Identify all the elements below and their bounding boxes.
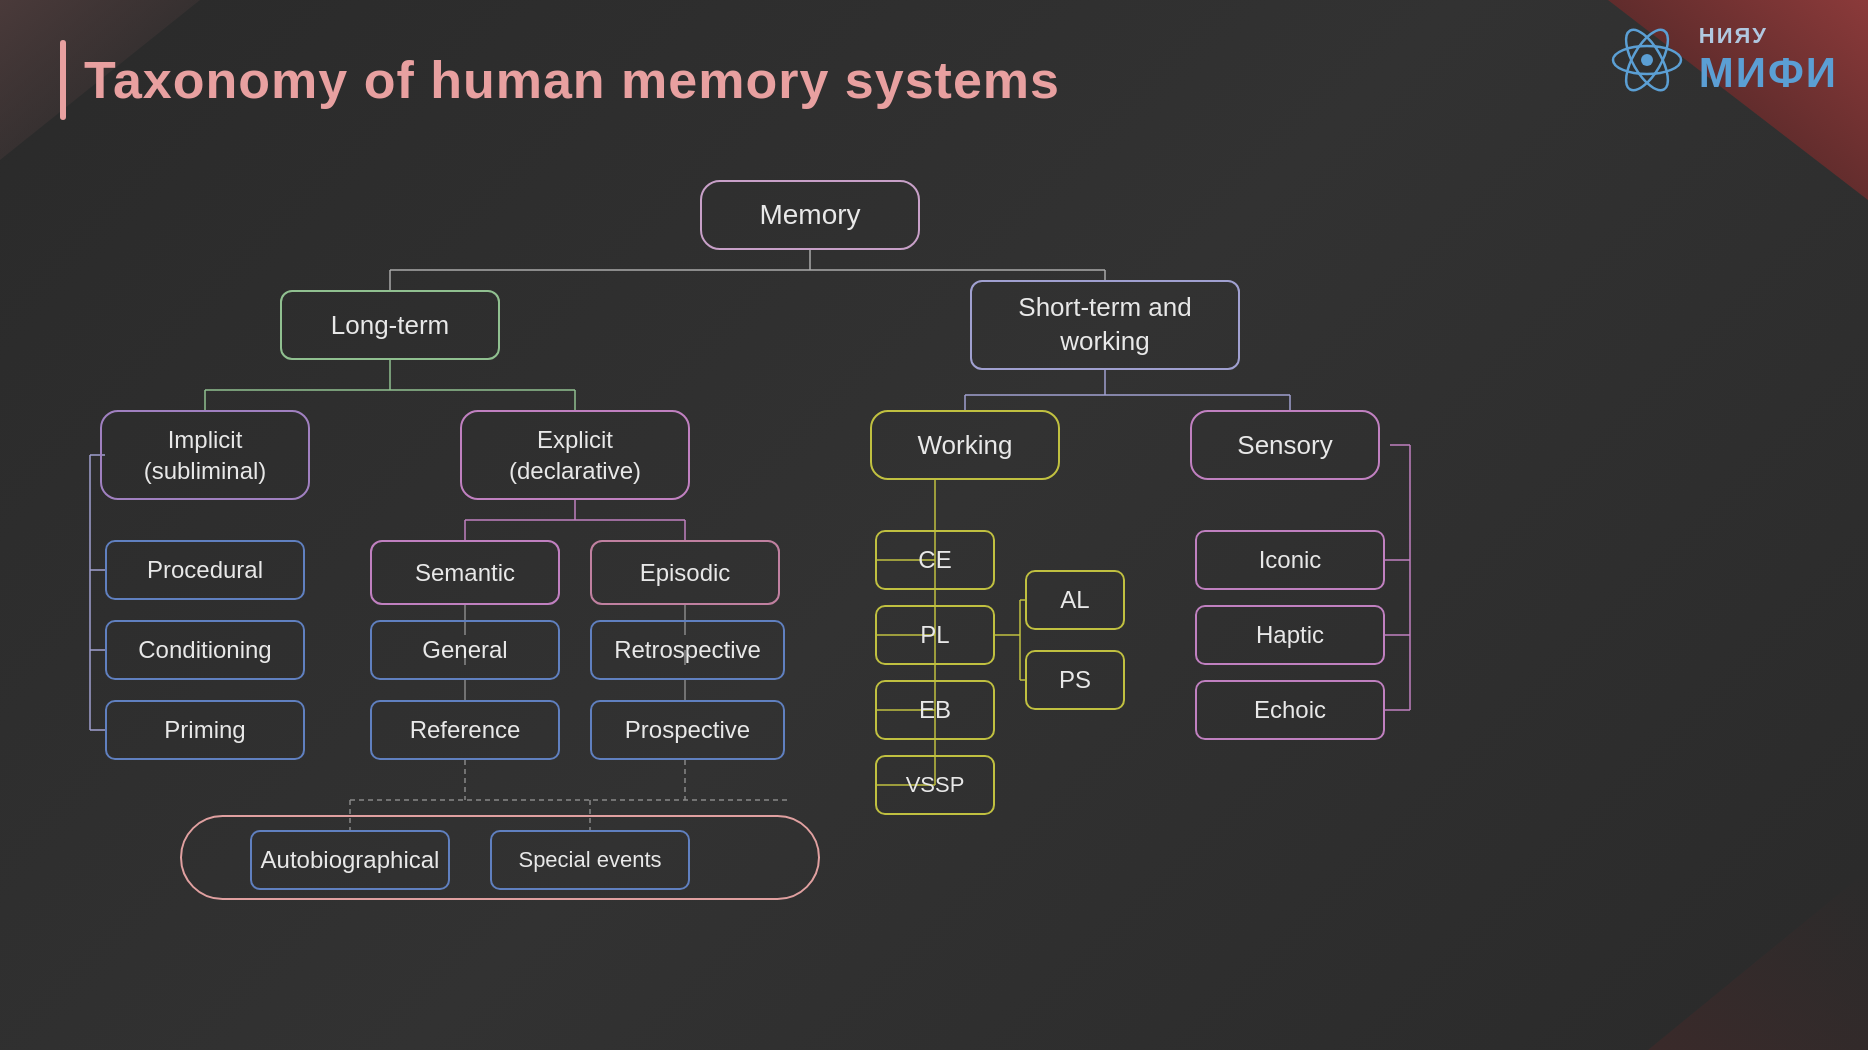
node-working: Working	[870, 410, 1060, 480]
node-priming: Priming	[105, 700, 305, 760]
node-ps: PS	[1025, 650, 1125, 710]
svg-point-0	[1641, 54, 1653, 66]
diagram: Memory Long-term Short-term and working …	[0, 150, 1868, 1020]
logo-niyau: НИЯУ	[1699, 23, 1768, 49]
node-pl: PL	[875, 605, 995, 665]
node-reference: Reference	[370, 700, 560, 760]
node-retrospective: Retrospective	[590, 620, 785, 680]
node-explicit: Explicit (declarative)	[460, 410, 690, 500]
node-shortterm: Short-term and working	[970, 280, 1240, 370]
node-conditioning: Conditioning	[105, 620, 305, 680]
node-implicit: Implicit (subliminal)	[100, 410, 310, 500]
node-prospective: Prospective	[590, 700, 785, 760]
title-bar: Taxonomy of human memory systems	[60, 40, 1060, 120]
node-eb: EB	[875, 680, 995, 740]
node-memory: Memory	[700, 180, 920, 250]
node-longterm: Long-term	[280, 290, 500, 360]
logo: НИЯУ МИФИ	[1607, 20, 1838, 100]
node-semantic: Semantic	[370, 540, 560, 605]
node-special: Special events	[490, 830, 690, 890]
node-procedural: Procedural	[105, 540, 305, 600]
logo-text: НИЯУ МИФИ	[1699, 23, 1838, 97]
node-haptic: Haptic	[1195, 605, 1385, 665]
node-sensory: Sensory	[1190, 410, 1380, 480]
title-accent	[60, 40, 66, 120]
node-al: AL	[1025, 570, 1125, 630]
page-title: Taxonomy of human memory systems	[84, 50, 1060, 110]
atom-icon	[1607, 20, 1687, 100]
logo-mifi: МИФИ	[1699, 49, 1838, 97]
node-general: General	[370, 620, 560, 680]
node-vssp: VSSP	[875, 755, 995, 815]
node-autobiographical: Autobiographical	[250, 830, 450, 890]
node-echoic: Echoic	[1195, 680, 1385, 740]
node-iconic: Iconic	[1195, 530, 1385, 590]
node-ce: CE	[875, 530, 995, 590]
node-episodic: Episodic	[590, 540, 780, 605]
